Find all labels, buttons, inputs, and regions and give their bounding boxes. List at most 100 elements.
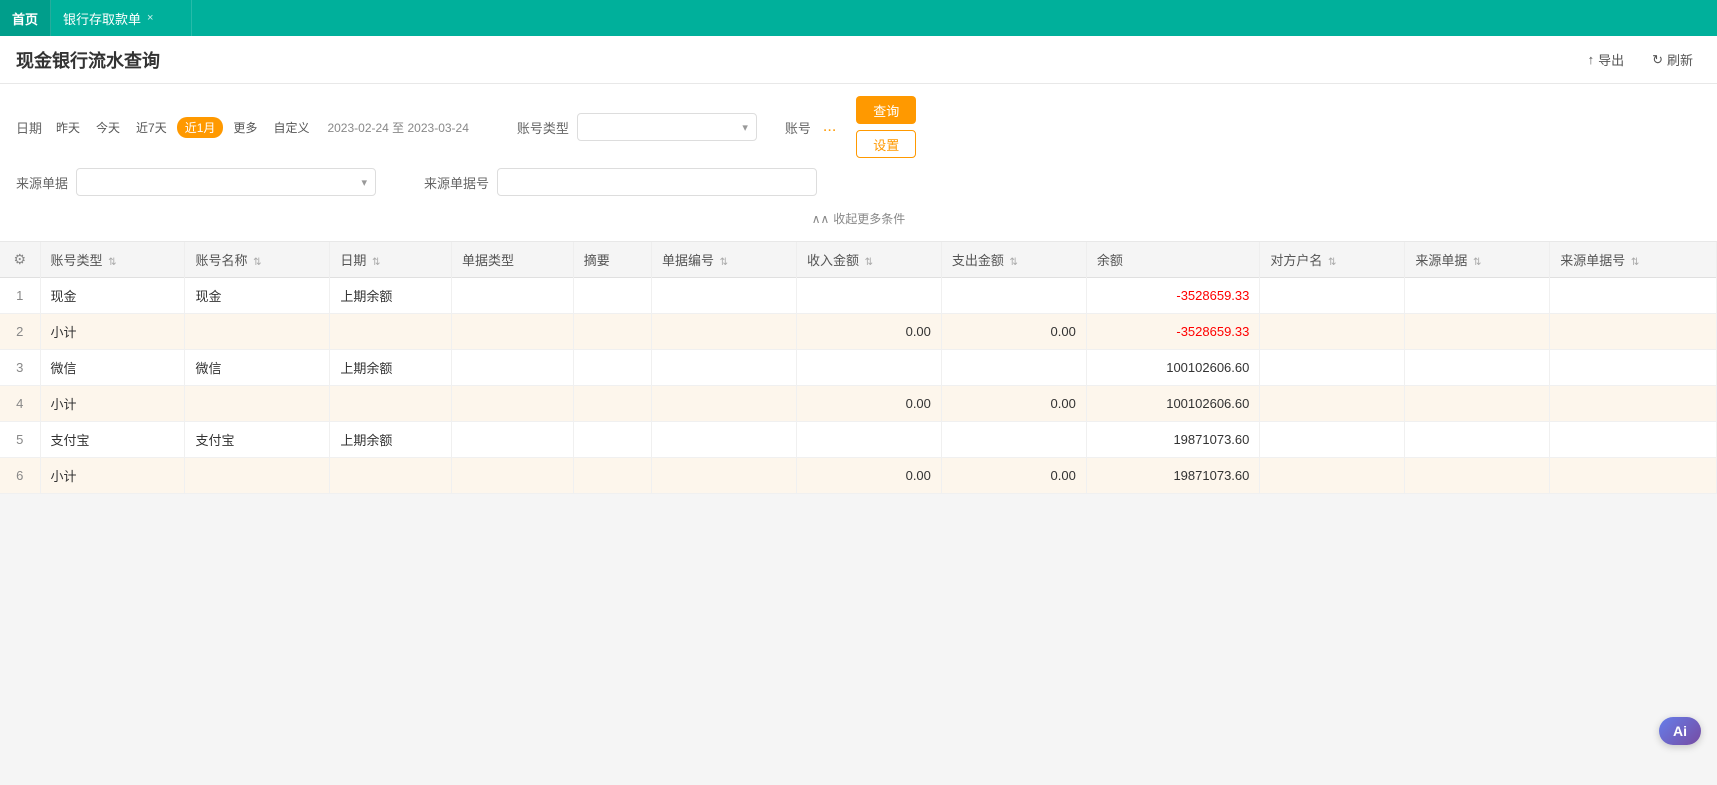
nav-home[interactable]: 首页	[0, 0, 51, 36]
row-doc-type	[452, 458, 574, 494]
row-source-doc-no	[1550, 278, 1717, 314]
col-source-doc[interactable]: 来源单据 ⇅	[1405, 242, 1550, 278]
row-source-doc	[1405, 278, 1550, 314]
date-shortcut[interactable]: 更多	[227, 117, 263, 138]
account-type-select[interactable]: ▾	[577, 113, 757, 141]
collapse-up-icon: ∧∧	[812, 212, 830, 226]
sort-arrows-date: ⇅	[372, 257, 380, 268]
date-shortcut[interactable]: 近7天	[130, 117, 173, 138]
nav-tab-label: 银行存取款单	[63, 9, 141, 28]
row-source-doc-no	[1550, 458, 1717, 494]
row-doc-type	[452, 422, 574, 458]
row-income: 0.00	[796, 458, 941, 494]
row-account-type: 小计	[40, 458, 185, 494]
row-no: 4	[0, 386, 40, 422]
row-balance: -3528659.33	[1086, 314, 1260, 350]
row-expense: 0.00	[941, 314, 1086, 350]
row-account-name	[185, 314, 330, 350]
col-balance: 余额	[1086, 242, 1260, 278]
refresh-label: 刷新	[1667, 50, 1693, 69]
col-counterpart[interactable]: 对方户名 ⇅	[1260, 242, 1405, 278]
row-doc-type	[452, 278, 574, 314]
export-button[interactable]: ↑ 导出	[1580, 46, 1633, 73]
table-body: 1 现金 现金 上期余额 -3528659.33 2 小计 0.00 0.00 …	[0, 278, 1717, 494]
table-row: 5 支付宝 支付宝 上期余额 19871073.60	[0, 422, 1717, 458]
row-expense	[941, 350, 1086, 386]
sort-arrows-doc-no: ⇅	[720, 257, 728, 268]
filter-row-1: 日期 昨天今天近7天近1月更多自定义 2023-02-24 至 2023-03-…	[16, 96, 1701, 158]
row-counterpart	[1260, 386, 1405, 422]
col-expense[interactable]: 支出金额 ⇅	[941, 242, 1086, 278]
row-doc-no	[652, 350, 797, 386]
row-counterpart	[1260, 458, 1405, 494]
date-shortcut[interactable]: 今天	[90, 117, 126, 138]
row-summary	[573, 386, 651, 422]
top-nav: 首页 收款单×付款单×其他收入单×应收应付调整单×银行存取款单×预收冲应收单×收…	[0, 0, 1717, 36]
row-summary	[573, 278, 651, 314]
col-settings[interactable]: ⚙	[0, 242, 40, 278]
row-account-name: 支付宝	[185, 422, 330, 458]
row-no: 6	[0, 458, 40, 494]
col-doc-type: 单据类型	[452, 242, 574, 278]
source-doc-no-input[interactable]	[497, 168, 817, 196]
row-source-doc	[1405, 314, 1550, 350]
account-label: 账号	[785, 118, 811, 137]
col-account-type[interactable]: 账号类型 ⇅	[40, 242, 185, 278]
row-doc-type	[452, 314, 574, 350]
table-row: 6 小计 0.00 0.00 19871073.60	[0, 458, 1717, 494]
row-doc-no	[652, 278, 797, 314]
row-doc-no	[652, 314, 797, 350]
date-shortcut[interactable]: 昨天	[50, 117, 86, 138]
source-doc-select[interactable]: ▾	[76, 168, 376, 196]
page-header: 现金银行流水查询 ↑ 导出 ↻ 刷新	[0, 36, 1717, 84]
source-doc-no-label: 来源单据号	[424, 173, 489, 192]
row-balance: 100102606.60	[1086, 350, 1260, 386]
date-shortcut[interactable]: 近1月	[177, 117, 224, 138]
row-doc-no	[652, 422, 797, 458]
row-account-type: 微信	[40, 350, 185, 386]
nav-tabs: 收款单×付款单×其他收入单×应收应付调整单×银行存取款单×预收冲应收单×收款核销…	[51, 0, 192, 36]
sort-arrows-source-doc-no: ⇅	[1631, 257, 1639, 268]
sort-arrows-income: ⇅	[865, 257, 873, 268]
refresh-button[interactable]: ↻ 刷新	[1644, 46, 1701, 73]
row-date: 上期余额	[330, 422, 452, 458]
row-summary	[573, 314, 651, 350]
close-icon[interactable]: ×	[147, 12, 153, 24]
row-account-name: 微信	[185, 350, 330, 386]
collapse-bar[interactable]: ∧∧ 收起更多条件	[16, 206, 1701, 233]
row-account-name	[185, 458, 330, 494]
row-income: 0.00	[796, 314, 941, 350]
nav-tab[interactable]: 银行存取款单 ×	[51, 0, 192, 36]
col-account-name[interactable]: 账号名称 ⇅	[185, 242, 330, 278]
row-account-type: 现金	[40, 278, 185, 314]
query-button[interactable]: 查询	[856, 96, 916, 124]
col-source-doc-no[interactable]: 来源单据号 ⇅	[1550, 242, 1717, 278]
account-ellipsis-btn[interactable]: ...	[819, 118, 840, 136]
date-range: 2023-02-24 至 2023-03-24	[327, 119, 468, 136]
date-shortcut[interactable]: 自定义	[267, 117, 315, 138]
table-row: 4 小计 0.00 0.00 100102606.60	[0, 386, 1717, 422]
table-row: 2 小计 0.00 0.00 -3528659.33	[0, 314, 1717, 350]
col-summary: 摘要	[573, 242, 651, 278]
row-doc-no	[652, 386, 797, 422]
ai-badge[interactable]: Ai	[1659, 717, 1701, 745]
col-income[interactable]: 收入金额 ⇅	[796, 242, 941, 278]
settings-button[interactable]: 设置	[856, 130, 916, 158]
row-counterpart	[1260, 350, 1405, 386]
row-date: 上期余额	[330, 350, 452, 386]
row-source-doc	[1405, 458, 1550, 494]
col-date[interactable]: 日期 ⇅	[330, 242, 452, 278]
row-expense: 0.00	[941, 458, 1086, 494]
sort-arrows-source-doc: ⇅	[1473, 257, 1481, 268]
row-counterpart	[1260, 314, 1405, 350]
row-date	[330, 314, 452, 350]
row-summary	[573, 422, 651, 458]
row-income	[796, 278, 941, 314]
sort-arrows-counterpart: ⇅	[1328, 257, 1336, 268]
row-doc-type	[452, 386, 574, 422]
header-actions: ↑ 导出 ↻ 刷新	[1580, 46, 1701, 73]
row-summary	[573, 350, 651, 386]
col-doc-no[interactable]: 单据编号 ⇅	[652, 242, 797, 278]
row-source-doc	[1405, 386, 1550, 422]
row-balance: 19871073.60	[1086, 458, 1260, 494]
